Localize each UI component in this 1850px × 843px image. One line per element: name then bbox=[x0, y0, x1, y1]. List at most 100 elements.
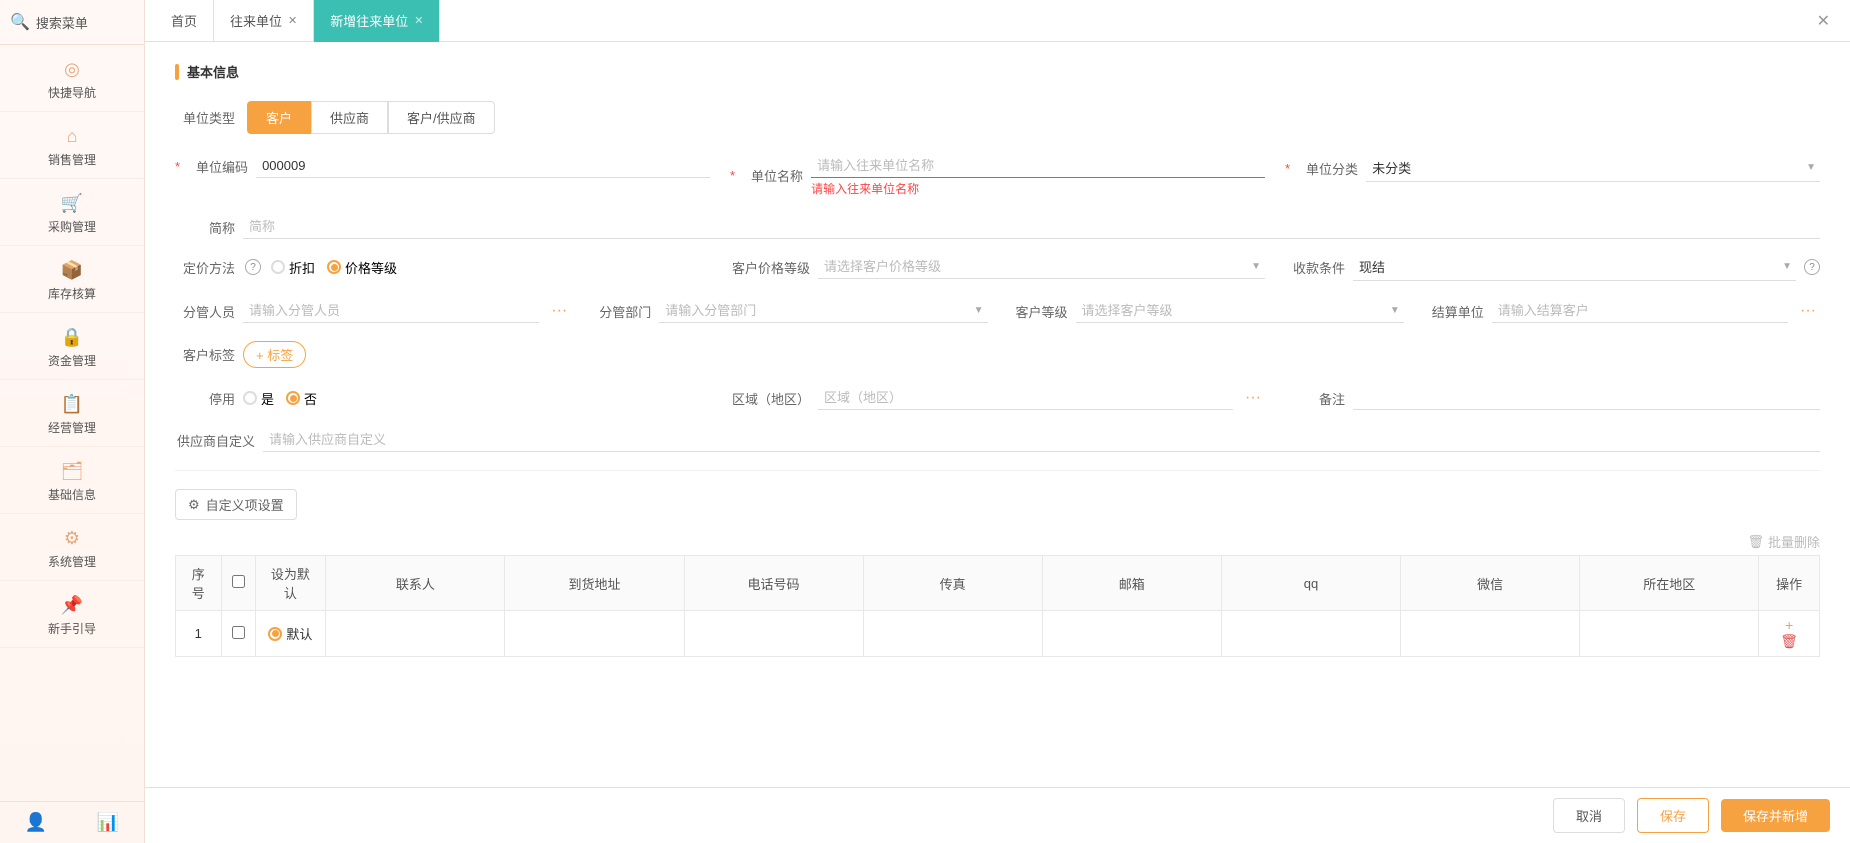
manager-dots-btn[interactable]: ··· bbox=[547, 302, 571, 320]
row-address[interactable] bbox=[505, 611, 684, 657]
region-input[interactable] bbox=[818, 386, 1233, 410]
pricing-discount[interactable]: 折扣 bbox=[271, 258, 315, 277]
customer-price-level-field: 客户价格等级 ▼ bbox=[730, 255, 1265, 279]
name-error-msg: 请输入往来单位名称 bbox=[811, 180, 1265, 197]
main-content: 首页 往来单位 ✕ 新增往来单位 ✕ ✕ 基本信息 单位类型 客户 供应商 bbox=[145, 0, 1850, 843]
email-input[interactable] bbox=[1053, 626, 1211, 641]
settings-icon[interactable]: 📊 bbox=[97, 812, 119, 833]
settlement-dots-btn[interactable]: ··· bbox=[1796, 302, 1820, 320]
row-default: 默认 bbox=[255, 611, 326, 657]
sidebar-item-quick-nav[interactable]: ◎ 快捷导航 bbox=[0, 45, 144, 112]
user-icon[interactable]: 👤 bbox=[25, 812, 47, 833]
row-delete-btn[interactable]: 🗑 bbox=[1780, 633, 1798, 649]
price-level-input[interactable] bbox=[818, 255, 1251, 278]
sidebar-item-guide-label: 新手引导 bbox=[48, 620, 96, 637]
department-label: 分管部门 bbox=[591, 302, 651, 321]
department-input[interactable] bbox=[659, 299, 973, 322]
manager-label: 分管人员 bbox=[175, 302, 235, 321]
row-actions: + 🗑 bbox=[1759, 611, 1820, 657]
customer-level-arrow-icon: ▼ bbox=[1390, 305, 1400, 316]
select-all-checkbox[interactable] bbox=[232, 575, 245, 588]
price-level-radio-circle bbox=[327, 260, 341, 274]
system-icon: ⚙ bbox=[64, 528, 80, 549]
row-contact[interactable] bbox=[326, 611, 505, 657]
fax-input[interactable] bbox=[874, 626, 1032, 641]
row-fax[interactable] bbox=[863, 611, 1042, 657]
tab-new-partner-close[interactable]: ✕ bbox=[414, 14, 423, 27]
row-seq: 1 bbox=[176, 611, 222, 657]
save-button[interactable]: 保存 bbox=[1637, 798, 1709, 833]
customer-level-input[interactable] bbox=[1076, 299, 1390, 322]
col-seq: 序号 bbox=[176, 556, 222, 611]
default-radio-circle bbox=[268, 627, 282, 641]
sidebar-item-inventory[interactable]: 📦 库存核算 bbox=[0, 246, 144, 313]
contact-table-head: 序号 设为默认 联系人 到货地址 电话号码 传真 邮箱 qq 微信 所在地区 操… bbox=[176, 556, 1820, 611]
pricing-price-level[interactable]: 价格等级 bbox=[327, 258, 397, 277]
row-region[interactable] bbox=[1580, 611, 1759, 657]
supplier-custom-row: 供应商自定义 bbox=[175, 428, 1820, 452]
window-close-icon[interactable]: ✕ bbox=[1807, 11, 1840, 31]
payment-label: 收款条件 bbox=[1285, 258, 1345, 277]
tab-new-partner[interactable]: 新增往来单位 ✕ bbox=[314, 0, 440, 42]
name-input[interactable] bbox=[811, 154, 1265, 178]
sidebar-item-basic[interactable]: 🗂 基础信息 bbox=[0, 447, 144, 514]
unit-type-both[interactable]: 客户/供应商 bbox=[388, 101, 495, 134]
category-field: * 单位分类 未分类 ▼ bbox=[1285, 154, 1820, 182]
contact-input[interactable] bbox=[336, 626, 494, 641]
department-field: 分管部门 ▼ bbox=[591, 299, 987, 323]
supplier-custom-field: 供应商自定义 bbox=[175, 428, 1820, 452]
note-input[interactable] bbox=[1353, 386, 1820, 410]
pricing-field: 定价方法 ? 折扣 价格等级 bbox=[175, 258, 710, 277]
wechat-input[interactable] bbox=[1411, 626, 1569, 641]
search-icon: 🔍 bbox=[10, 12, 30, 32]
phone-input[interactable] bbox=[695, 626, 853, 641]
sidebar-item-quick-nav-label: 快捷导航 bbox=[48, 84, 96, 101]
price-level-arrow-icon: ▼ bbox=[1251, 261, 1261, 272]
row-default-radio[interactable]: 默认 bbox=[266, 624, 316, 643]
pricing-help-icon[interactable]: ? bbox=[245, 259, 261, 275]
sidebar-item-purchase-label: 采购管理 bbox=[48, 218, 96, 235]
sidebar-item-guide[interactable]: 📌 新手引导 bbox=[0, 581, 144, 648]
row-qq[interactable] bbox=[1221, 611, 1400, 657]
supplier-custom-input[interactable] bbox=[263, 428, 1820, 452]
qq-input[interactable] bbox=[1232, 626, 1390, 641]
row-email[interactable] bbox=[1042, 611, 1221, 657]
row-select-checkbox[interactable] bbox=[232, 626, 245, 639]
row-wechat[interactable] bbox=[1401, 611, 1580, 657]
batch-delete-btn[interactable]: 🗑 批量删除 bbox=[1747, 532, 1820, 551]
short-name-input[interactable] bbox=[243, 215, 1820, 239]
unit-type-customer[interactable]: 客户 bbox=[247, 101, 311, 134]
manager-input[interactable] bbox=[243, 299, 539, 323]
settlement-input[interactable] bbox=[1492, 299, 1788, 323]
payment-help-icon[interactable]: ? bbox=[1804, 259, 1820, 275]
disabled-no[interactable]: 否 bbox=[286, 389, 317, 408]
address-input[interactable] bbox=[515, 626, 673, 641]
tab-partners-close[interactable]: ✕ bbox=[288, 14, 297, 27]
category-arrow-icon: ▼ bbox=[1806, 162, 1816, 173]
cancel-button[interactable]: 取消 bbox=[1553, 798, 1625, 833]
sidebar: 🔍 搜索菜单 ◎ 快捷导航 ⌂ 销售管理 🛒 采购管理 📦 库存核算 🔒 资金管… bbox=[0, 0, 145, 843]
search-menu[interactable]: 🔍 搜索菜单 bbox=[0, 0, 144, 45]
custom-settings-btn[interactable]: ⚙ 自定义项设置 bbox=[175, 489, 297, 520]
sidebar-item-sales[interactable]: ⌂ 销售管理 bbox=[0, 112, 144, 179]
note-field: 备注 bbox=[1285, 386, 1820, 410]
sidebar-item-purchase[interactable]: 🛒 采购管理 bbox=[0, 179, 144, 246]
customer-price-level-label: 客户价格等级 bbox=[730, 258, 810, 277]
sidebar-item-finance[interactable]: 🔒 资金管理 bbox=[0, 313, 144, 380]
unit-type-supplier[interactable]: 供应商 bbox=[311, 101, 388, 134]
sidebar-item-operations[interactable]: 📋 经营管理 bbox=[0, 380, 144, 447]
tab-partners[interactable]: 往来单位 ✕ bbox=[214, 0, 314, 42]
tag-row: 客户标签 + 标签 bbox=[175, 341, 1820, 368]
short-name-label: 简称 bbox=[175, 218, 235, 237]
sidebar-item-system[interactable]: ⚙ 系统管理 bbox=[0, 514, 144, 581]
save-new-button[interactable]: 保存并新增 bbox=[1721, 799, 1830, 832]
disabled-yes[interactable]: 是 bbox=[243, 389, 274, 408]
row-add-btn[interactable]: + bbox=[1785, 617, 1793, 633]
row-phone[interactable] bbox=[684, 611, 863, 657]
code-input[interactable] bbox=[256, 154, 710, 178]
region-dots-btn[interactable]: ··· bbox=[1241, 389, 1265, 407]
region-row-input[interactable] bbox=[1590, 626, 1748, 641]
add-tag-btn[interactable]: + 标签 bbox=[243, 341, 306, 368]
payment-field: 收款条件 现结 ▼ ? bbox=[1285, 253, 1820, 281]
tab-home[interactable]: 首页 bbox=[155, 0, 214, 42]
